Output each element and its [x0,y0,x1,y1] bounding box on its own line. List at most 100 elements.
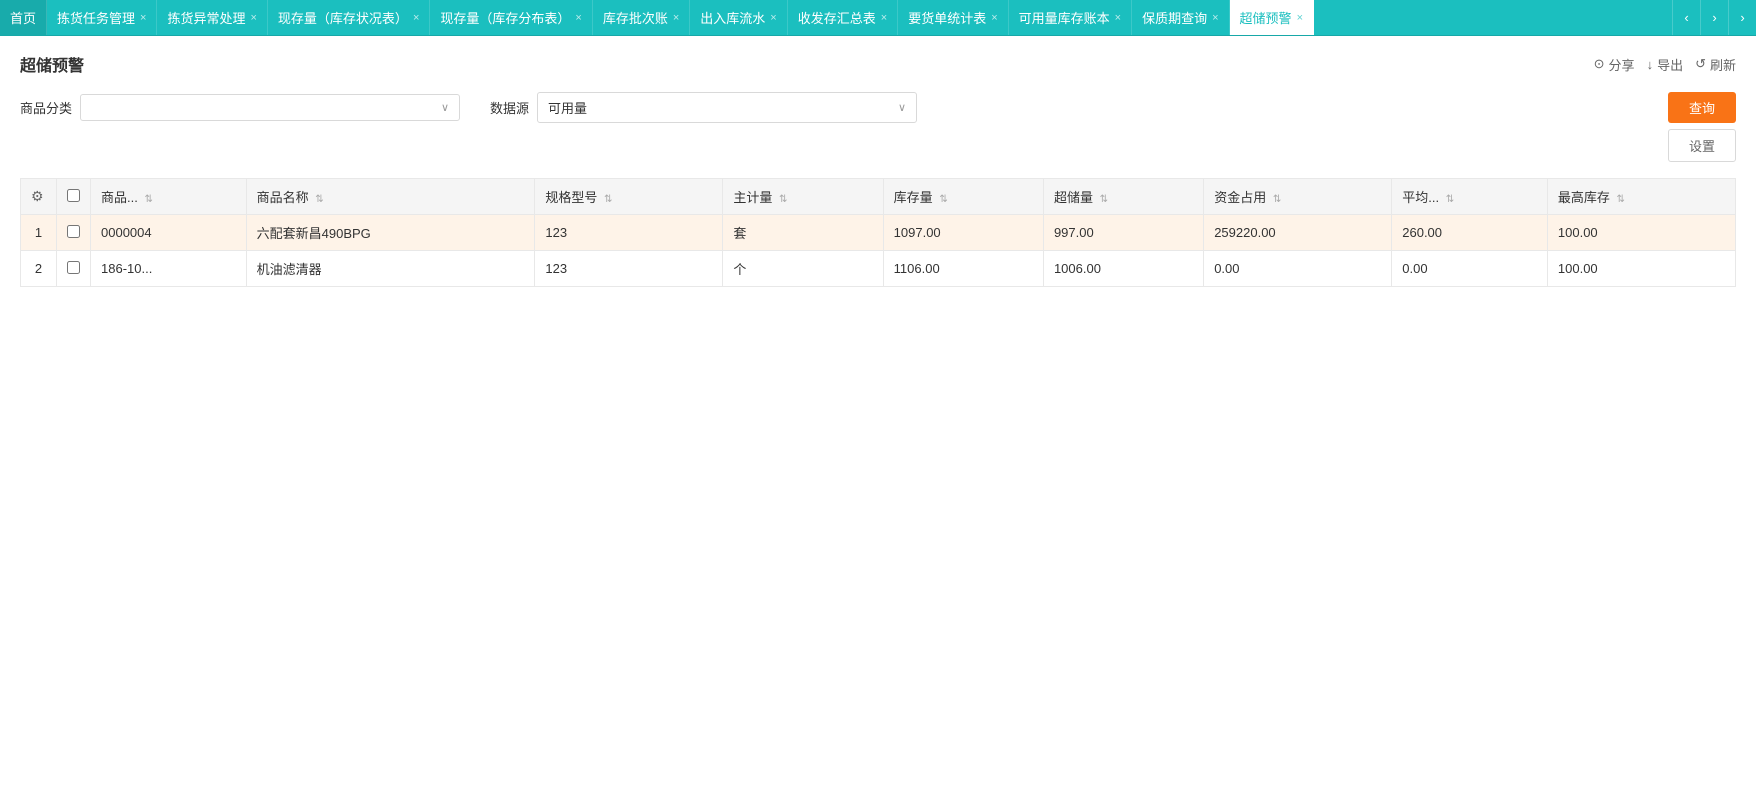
row-overstock: 1006.00 [1043,251,1203,287]
close-icon[interactable]: × [250,12,256,24]
nav-item-avail[interactable]: 可用量库存账本× [1009,0,1132,36]
row-index: 2 [21,251,57,287]
refresh-action[interactable]: ↺ 刷新 [1695,55,1736,74]
col-unit-label: 主计量 [733,190,772,205]
filter-buttons: 查询 设置 [1668,92,1736,162]
nav-item-overstock[interactable]: 超储预警× [1230,0,1314,36]
row-avg: 260.00 [1392,215,1548,251]
nav-item-collect[interactable]: 收发存汇总表× [788,0,898,36]
category-select[interactable]: ∨ [80,94,460,121]
row-stock: 1106.00 [883,251,1043,287]
col-avg-header: 平均... ⇅ [1392,179,1548,215]
row-maxstock: 100.00 [1547,251,1735,287]
share-action[interactable]: ⊙ 分享 [1594,55,1635,74]
col-name-sort-icon[interactable]: ⇅ [315,194,323,205]
col-capital-header: 资金占用 ⇅ [1204,179,1392,215]
row-maxstock: 100.00 [1547,215,1735,251]
nav-item-stock-dist[interactable]: 现存量（库存分布表）× [430,0,592,36]
row-capital: 0.00 [1204,251,1392,287]
page-title: 超储预警 [20,52,84,76]
col-stock-header: 库存量 ⇅ [883,179,1043,215]
nav-arrow-left[interactable]: ‹ [1672,0,1700,36]
category-label: 商品分类 [20,98,72,117]
datasource-filter: 数据源 可用量 ∨ [490,92,917,123]
query-button[interactable]: 查询 [1668,92,1736,123]
col-stock-label: 库存量 [894,190,933,205]
top-nav: 首页拣货任务管理×拣货异常处理×现存量（库存状况表）×现存量（库存分布表）×库存… [0,0,1756,36]
nav-item-quality[interactable]: 保质期查询× [1132,0,1229,36]
col-unit-sort-icon[interactable]: ⇅ [779,194,787,205]
datasource-value: 可用量 [548,98,587,117]
close-icon[interactable]: × [1115,12,1121,24]
set-button[interactable]: 设置 [1668,129,1736,162]
close-icon[interactable]: × [1212,12,1218,24]
col-name-label: 商品名称 [257,190,309,205]
row-check-cell [57,215,91,251]
export-action[interactable]: ↓ 导出 [1647,55,1684,74]
close-icon[interactable]: × [413,12,419,24]
col-unit-header: 主计量 ⇅ [723,179,883,215]
datasource-select[interactable]: 可用量 ∨ [537,92,917,123]
col-capital-sort-icon[interactable]: ⇅ [1273,194,1281,205]
page-header: 超储预警 ⊙ 分享 ↓ 导出 ↺ 刷新 [20,52,1736,76]
nav-item-abnormal[interactable]: 拣货异常处理× [157,0,267,36]
row-checkbox[interactable] [67,225,80,238]
row-name: 六配套新昌490BPG [246,215,535,251]
col-settings-header: ⚙ [21,179,57,215]
refresh-icon: ↺ [1695,56,1706,72]
close-icon[interactable]: × [575,12,581,24]
row-unit: 个 [723,251,883,287]
share-label: 分享 [1609,55,1635,74]
category-value [91,100,95,115]
col-code-header: 商品... ⇅ [91,179,247,215]
close-icon[interactable]: × [140,12,146,24]
col-name-header: 商品名称 ⇅ [246,179,535,215]
col-maxstock-header: 最高库存 ⇅ [1547,179,1735,215]
row-spec: 123 [535,215,723,251]
nav-item-home[interactable]: 首页 [0,0,47,36]
col-code-sort-icon[interactable]: ⇅ [144,194,152,205]
select-all-checkbox[interactable] [67,189,80,202]
row-overstock: 997.00 [1043,215,1203,251]
col-maxstock-sort-icon[interactable]: ⇅ [1617,194,1625,205]
export-label: 导出 [1657,55,1683,74]
row-code: 0000004 [91,215,247,251]
row-capital: 259220.00 [1204,215,1392,251]
share-icon: ⊙ [1594,56,1605,72]
col-spec-sort-icon[interactable]: ⇅ [604,194,612,205]
page-container: 超储预警 ⊙ 分享 ↓ 导出 ↺ 刷新 商品分类 ∨ [0,36,1756,800]
gear-icon[interactable]: ⚙ [31,188,44,204]
row-unit: 套 [723,215,883,251]
nav-item-stock-status[interactable]: 现存量（库存状况表）× [268,0,430,36]
category-chevron-icon: ∨ [441,101,449,114]
row-name: 机油滤清器 [246,251,535,287]
nav-arrow-right[interactable]: › [1700,0,1728,36]
header-actions: ⊙ 分享 ↓ 导出 ↺ 刷新 [1594,55,1736,74]
col-code-label: 商品... [101,190,138,205]
nav-item-inout[interactable]: 出入库流水× [690,0,787,36]
refresh-label: 刷新 [1710,55,1736,74]
close-icon[interactable]: × [881,12,887,24]
col-capital-label: 资金占用 [1214,190,1266,205]
datasource-label: 数据源 [490,98,529,117]
data-table: ⚙ 商品... ⇅ 商品名称 ⇅ 规格型号 ⇅ 主计量 [20,178,1736,287]
nav-item-batch[interactable]: 库存批次账× [593,0,690,36]
row-stock: 1097.00 [883,215,1043,251]
nav-item-order-stat[interactable]: 要货单统计表× [898,0,1008,36]
col-overstock-sort-icon[interactable]: ⇅ [1100,194,1108,205]
close-icon[interactable]: × [1297,12,1303,24]
nav-item-task[interactable]: 拣货任务管理× [47,0,157,36]
close-icon[interactable]: × [673,12,679,24]
nav-arrow-more[interactable]: › [1728,0,1756,36]
col-maxstock-label: 最高库存 [1558,190,1610,205]
row-spec: 123 [535,251,723,287]
row-checkbox[interactable] [67,261,80,274]
table-header-row: ⚙ 商品... ⇅ 商品名称 ⇅ 规格型号 ⇅ 主计量 [21,179,1736,215]
close-icon[interactable]: × [770,12,776,24]
col-avg-sort-icon[interactable]: ⇅ [1446,194,1454,205]
export-icon: ↓ [1647,57,1654,72]
col-stock-sort-icon[interactable]: ⇅ [939,194,947,205]
row-avg: 0.00 [1392,251,1548,287]
col-overstock-label: 超储量 [1054,190,1093,205]
close-icon[interactable]: × [991,12,997,24]
